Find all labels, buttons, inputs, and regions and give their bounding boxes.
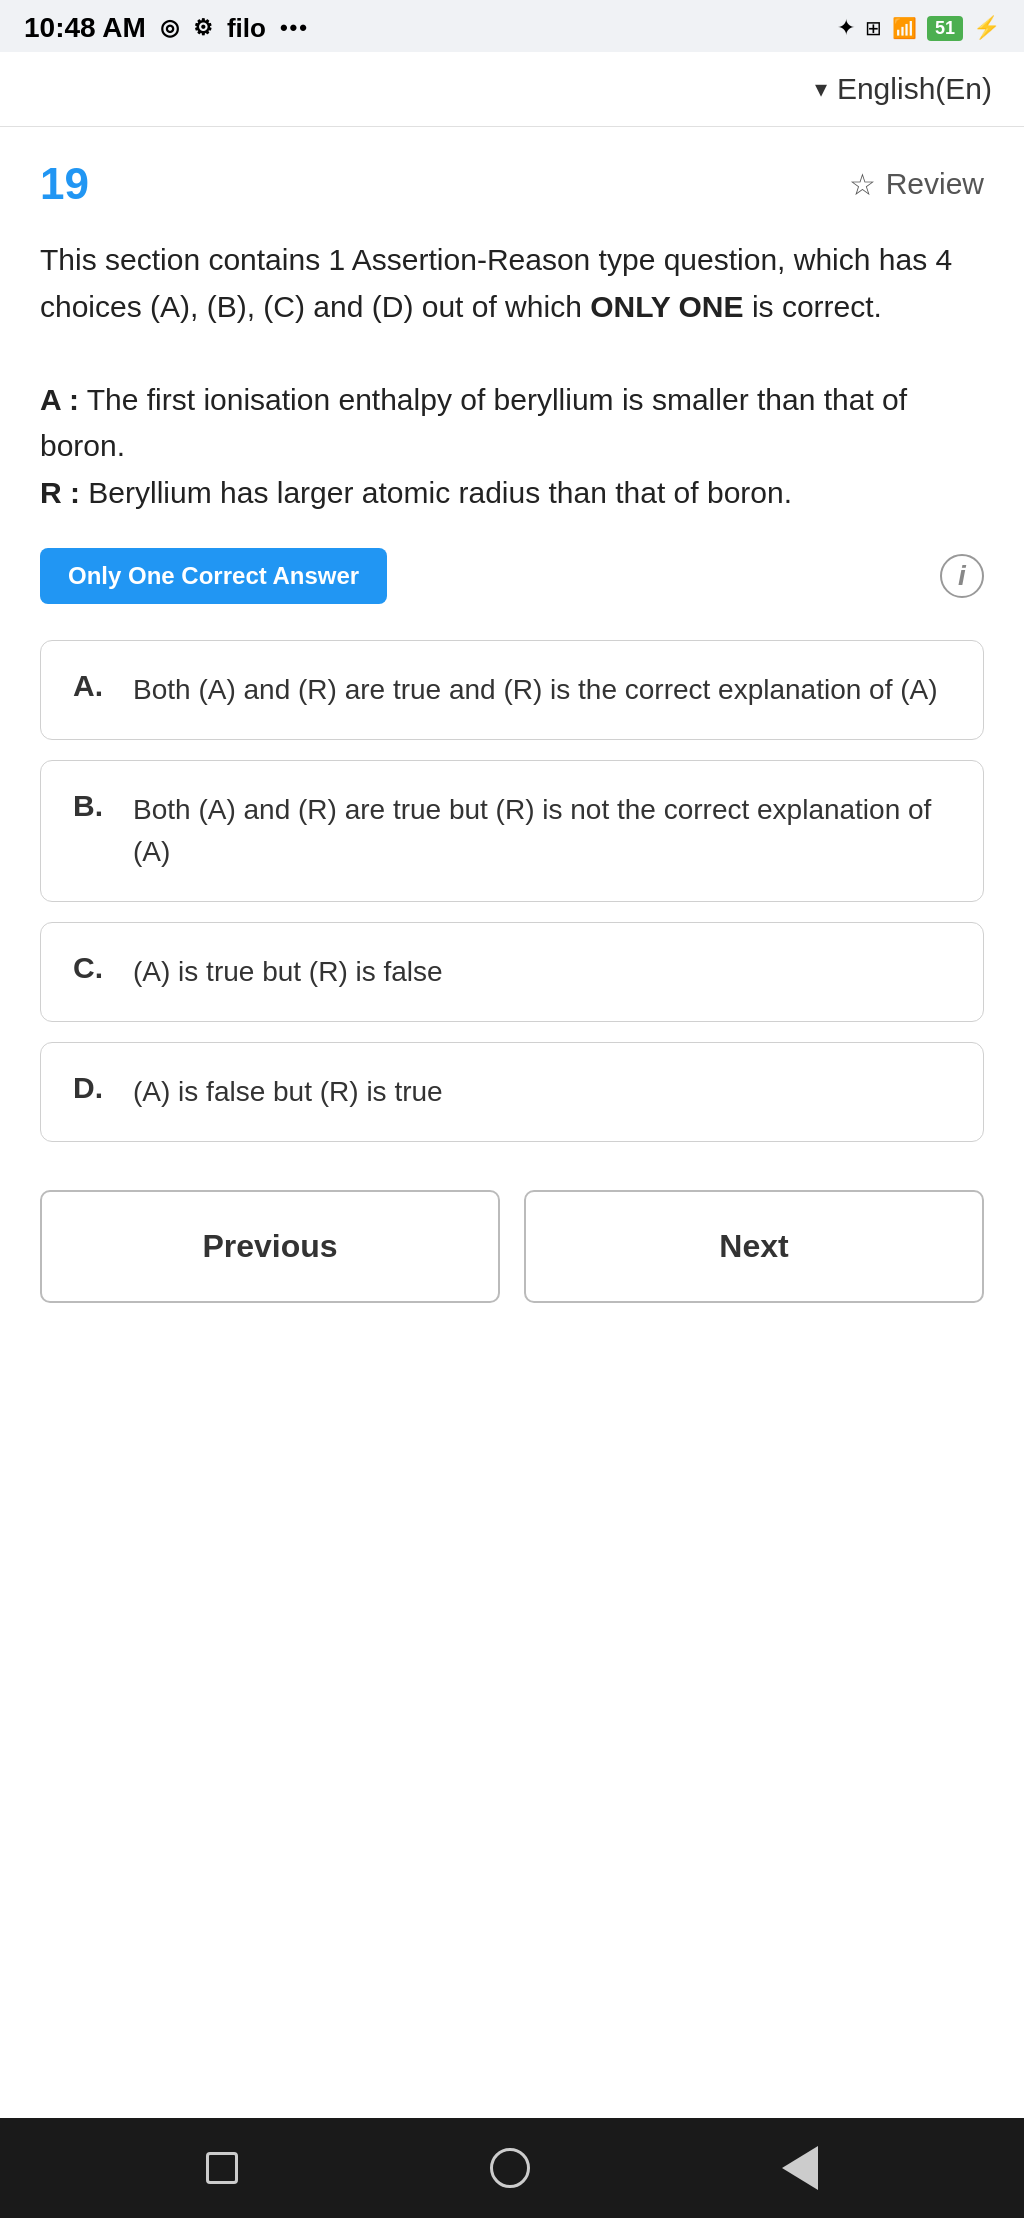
- charging-icon: ⚡: [973, 15, 1000, 41]
- option-d[interactable]: D. (A) is false but (R) is true: [40, 1042, 984, 1142]
- language-selector[interactable]: ▾ English(En): [815, 72, 992, 106]
- navigation-buttons: Previous Next: [40, 1190, 984, 1335]
- android-nav-bar: [0, 2118, 1024, 2218]
- time-display: 10:48 AM: [24, 12, 146, 44]
- battery-display: 51: [927, 16, 963, 41]
- more-icon: •••: [280, 15, 309, 41]
- language-bar: ▾ English(En): [0, 52, 1024, 127]
- option-a[interactable]: A. Both (A) and (R) are true and (R) is …: [40, 640, 984, 740]
- option-b-letter: B.: [73, 789, 109, 823]
- options-container: A. Both (A) and (R) are true and (R) is …: [40, 640, 984, 1142]
- answer-type-badge: Only One Correct Answer: [40, 548, 387, 604]
- chevron-down-icon: ▾: [815, 75, 827, 103]
- status-left: 10:48 AM ◎ ⚙ filo •••: [24, 12, 309, 44]
- only-one-bold: ONLY ONE: [590, 290, 743, 323]
- back-square-icon[interactable]: [206, 2152, 238, 2184]
- next-button[interactable]: Next: [524, 1190, 984, 1303]
- language-label: English(En): [837, 72, 992, 106]
- wifi-icon: ⊞: [865, 16, 882, 40]
- home-circle-icon[interactable]: [490, 2148, 530, 2188]
- question-header: 19 ☆ Review: [40, 159, 984, 209]
- bluetooth-icon: ✦: [837, 15, 855, 41]
- option-a-text: Both (A) and (R) are true and (R) is the…: [133, 669, 938, 711]
- question-intro: This section contains 1 Assertion-Reason…: [40, 243, 952, 323]
- option-b[interactable]: B. Both (A) and (R) are true but (R) is …: [40, 760, 984, 902]
- star-icon: ☆: [849, 167, 876, 202]
- review-button[interactable]: ☆ Review: [849, 167, 984, 202]
- circle-icon: ◎: [160, 15, 179, 41]
- previous-button[interactable]: Previous: [40, 1190, 500, 1303]
- signal-icon: 📶: [892, 16, 917, 40]
- answer-type-row: Only One Correct Answer i: [40, 548, 984, 604]
- review-label: Review: [886, 167, 984, 201]
- option-c-text: (A) is true but (R) is false: [133, 951, 443, 993]
- back-triangle-icon[interactable]: [782, 2146, 818, 2190]
- status-right: ✦ ⊞ 📶 51 ⚡: [837, 15, 1000, 41]
- status-bar: 10:48 AM ◎ ⚙ filo ••• ✦ ⊞ 📶 51 ⚡: [0, 0, 1024, 52]
- settings-icon: ⚙: [193, 15, 213, 41]
- option-b-text: Both (A) and (R) are true but (R) is not…: [133, 789, 951, 873]
- main-content: 19 ☆ Review This section contains 1 Asse…: [0, 127, 1024, 2118]
- assertion-text: The first ionisation enthalpy of berylli…: [40, 383, 907, 463]
- assertion-label: A :: [40, 383, 79, 416]
- reason-label: R :: [40, 476, 80, 509]
- option-d-letter: D.: [73, 1071, 109, 1105]
- app-name: filo: [227, 13, 266, 44]
- reason-text: Beryllium has larger atomic radius than …: [88, 476, 792, 509]
- option-d-text: (A) is false but (R) is true: [133, 1071, 443, 1113]
- option-c[interactable]: C. (A) is true but (R) is false: [40, 922, 984, 1022]
- option-c-letter: C.: [73, 951, 109, 985]
- info-symbol: i: [958, 560, 966, 592]
- option-a-letter: A.: [73, 669, 109, 703]
- question-number: 19: [40, 159, 89, 209]
- question-body: This section contains 1 Assertion-Reason…: [40, 237, 984, 516]
- info-icon[interactable]: i: [940, 554, 984, 598]
